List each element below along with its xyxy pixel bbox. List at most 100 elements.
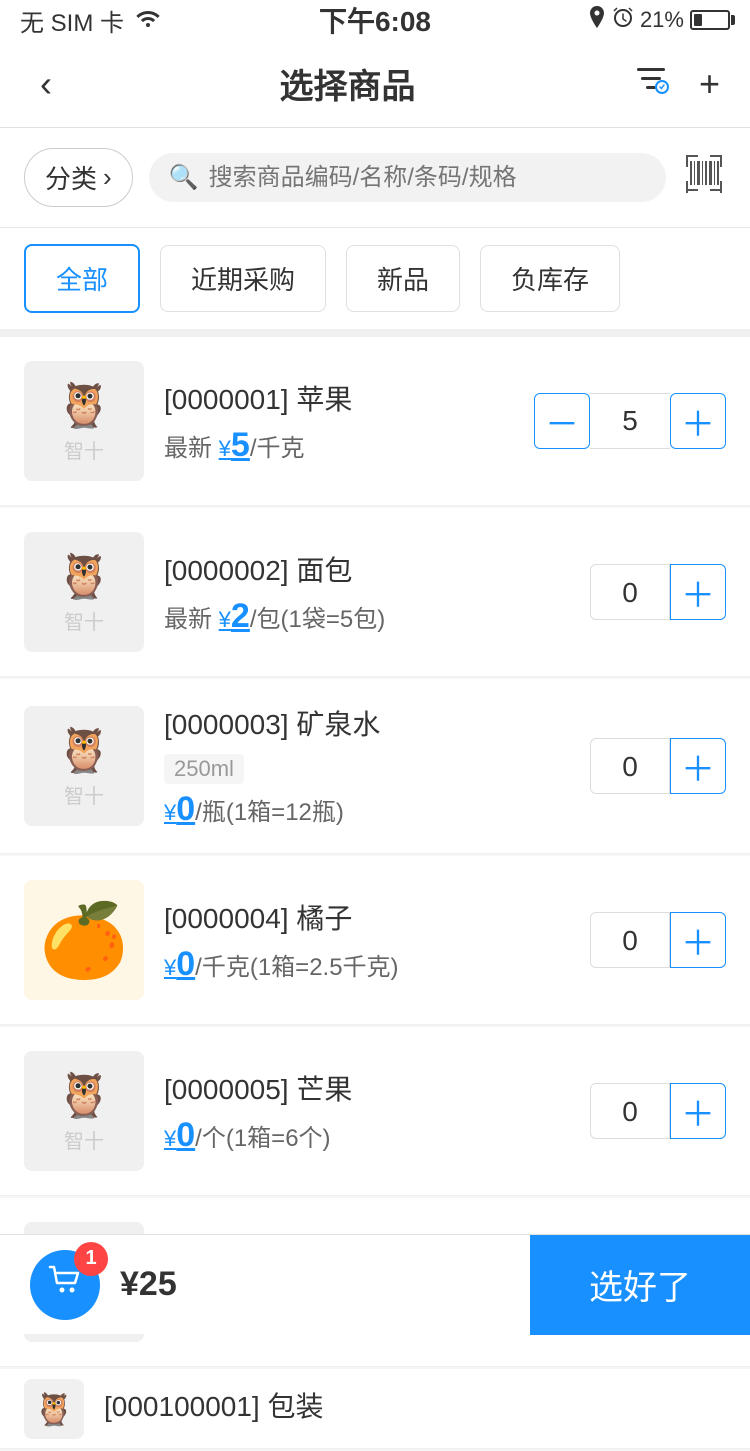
yen-symbol: ¥ — [164, 1126, 176, 1151]
battery-icon — [690, 10, 730, 30]
price-value: 2 — [231, 597, 250, 635]
unit-extra: (1袋=5包) — [281, 606, 386, 633]
location-icon — [588, 6, 606, 34]
no-sim-label: 无 SIM 卡 — [20, 3, 124, 38]
search-bar: 分类 › 🔍 — [0, 128, 750, 228]
product-quantity-control: 0 ＋ — [590, 912, 726, 968]
back-button[interactable]: ‹ — [30, 53, 62, 115]
owl-icon: 🦉 — [57, 1069, 112, 1121]
price-unit: /千克 — [250, 435, 305, 462]
cart-button[interactable]: 1 — [30, 1250, 100, 1320]
yen-symbol: ¥ — [164, 800, 176, 825]
quantity-plus-button[interactable]: ＋ — [670, 1083, 726, 1139]
product-name: [0000005] 芒果 — [164, 1068, 570, 1108]
product-item: 🦉 智十 [0000001] 苹果 最新 ¥5/千克 － ＋ — [0, 337, 750, 506]
product-info: [0000004] 橘子 ¥0/千克(1箱=2.5千克) — [164, 897, 570, 984]
price-value: 0 — [176, 1116, 195, 1154]
search-magnifier-icon: 🔍 — [169, 163, 199, 192]
price-unit: /千克 — [195, 954, 250, 981]
product-item: 🦉 智十 [0000002] 面包 最新 ¥2/包(1袋=5包) 0 ＋ — [0, 508, 750, 677]
product-thumbnail: 🦉 智十 — [24, 532, 144, 652]
search-input[interactable] — [209, 164, 646, 192]
product-name: [0000001] 苹果 — [164, 378, 514, 418]
product-thumbnail: 🦉 智十 — [24, 361, 144, 481]
status-left: 无 SIM 卡 — [20, 3, 162, 38]
product-name: [0000002] 面包 — [164, 549, 570, 589]
unit-extra: (1箱=6个) — [226, 1125, 331, 1152]
product-thumbnail: 🦉 智十 — [24, 1051, 144, 1171]
product-info: [000100001] 包装 — [104, 1385, 726, 1433]
price-label: 最新 — [164, 606, 219, 633]
tab-new[interactable]: 新品 — [346, 245, 460, 312]
product-item-partial: 🦉 [000100001] 包装 — [0, 1369, 750, 1449]
category-button[interactable]: 分类 › — [24, 148, 133, 207]
confirm-button[interactable]: 选好了 — [530, 1235, 750, 1335]
product-quantity-control: 0 ＋ — [590, 564, 726, 620]
yen-symbol: ¥ — [219, 607, 231, 632]
product-spec: 250ml — [164, 754, 244, 784]
product-thumbnail: 🦉 — [24, 1379, 84, 1439]
unit-extra: (1箱=2.5千克) — [250, 954, 399, 981]
quantity-input[interactable] — [590, 393, 670, 449]
battery-percent: 21% — [640, 7, 684, 33]
tab-negative-stock[interactable]: 负库存 — [480, 245, 620, 312]
status-bar: 无 SIM 卡 下午6:08 21% — [0, 0, 750, 40]
owl-placeholder: 🦉 智十 — [57, 379, 112, 464]
product-price: ¥0/个(1箱=6个) — [164, 1116, 570, 1155]
owl-text: 智十 — [64, 780, 104, 809]
quantity-plus-button[interactable]: ＋ — [670, 738, 726, 794]
tab-recent[interactable]: 近期采购 — [160, 245, 326, 312]
nav-bar: ‹ 选择商品 + — [0, 40, 750, 128]
price-value: 0 — [176, 790, 195, 828]
price-value: 5 — [231, 426, 250, 464]
product-quantity-control: － ＋ — [534, 393, 726, 449]
product-name: [0000004] 橘子 — [164, 897, 570, 937]
filter-tabs: 全部 近期采购 新品 负库存 — [0, 228, 750, 337]
product-quantity-control: 0 ＋ — [590, 1083, 726, 1139]
wifi-icon — [134, 6, 162, 34]
product-thumbnail: 🦉 智十 — [24, 706, 144, 826]
product-thumbnail: 🍊 — [24, 880, 144, 1000]
price-unit: /包 — [250, 606, 281, 633]
quantity-plus-button[interactable]: ＋ — [670, 912, 726, 968]
product-info: [0000005] 芒果 ¥0/个(1箱=6个) — [164, 1068, 570, 1155]
quantity-value: 0 — [590, 912, 670, 968]
product-info: [0000001] 苹果 最新 ¥5/千克 — [164, 378, 514, 465]
yen-symbol: ¥ — [219, 436, 231, 461]
owl-text: 智十 — [64, 435, 104, 464]
product-quantity-control: 0 ＋ — [590, 738, 726, 794]
quantity-minus-button[interactable]: － — [534, 393, 590, 449]
product-price: 最新 ¥2/包(1袋=5包) — [164, 597, 570, 636]
product-item: 🦉 智十 [0000005] 芒果 ¥0/个(1箱=6个) 0 ＋ — [0, 1027, 750, 1196]
cart-total: ¥25 — [120, 1265, 177, 1304]
add-icon[interactable]: + — [699, 63, 720, 105]
product-info: [0000002] 面包 最新 ¥2/包(1袋=5包) — [164, 549, 570, 636]
owl-placeholder: 🦉 智十 — [57, 550, 112, 635]
product-price: 最新 ¥5/千克 — [164, 426, 514, 465]
nav-right-actions: + — [633, 61, 720, 106]
quantity-value: 0 — [590, 738, 670, 794]
owl-placeholder: 🦉 智十 — [57, 1069, 112, 1154]
quantity-plus-button[interactable]: ＋ — [670, 564, 726, 620]
quantity-plus-button[interactable]: ＋ — [670, 393, 726, 449]
product-item: 🍊 [0000004] 橘子 ¥0/千克(1箱=2.5千克) 0 ＋ — [0, 856, 750, 1025]
owl-icon: 🦉 — [57, 724, 112, 776]
price-label: 最新 — [164, 435, 219, 462]
yen-symbol: ¥ — [164, 955, 176, 980]
owl-icon: 🦉 — [57, 550, 112, 602]
alarm-icon — [612, 6, 634, 34]
scan-barcode-icon[interactable] — [682, 151, 726, 204]
product-name: [0000003] 矿泉水 — [164, 703, 570, 743]
search-input-wrap: 🔍 — [149, 153, 666, 202]
product-price: ¥0/千克(1箱=2.5千克) — [164, 945, 570, 984]
price-unit: /瓶 — [195, 799, 226, 826]
product-name: [000100001] 包装 — [104, 1385, 726, 1425]
owl-text: 智十 — [64, 1125, 104, 1154]
bottom-bar: 1 ¥25 选好了 — [0, 1234, 750, 1334]
category-chevron: › — [103, 162, 112, 193]
filter-icon[interactable] — [633, 61, 669, 106]
tab-all[interactable]: 全部 — [24, 244, 140, 313]
cart-area: 1 ¥25 — [0, 1250, 530, 1320]
cart-badge: 1 — [74, 1242, 108, 1276]
owl-placeholder: 🦉 智十 — [57, 724, 112, 809]
